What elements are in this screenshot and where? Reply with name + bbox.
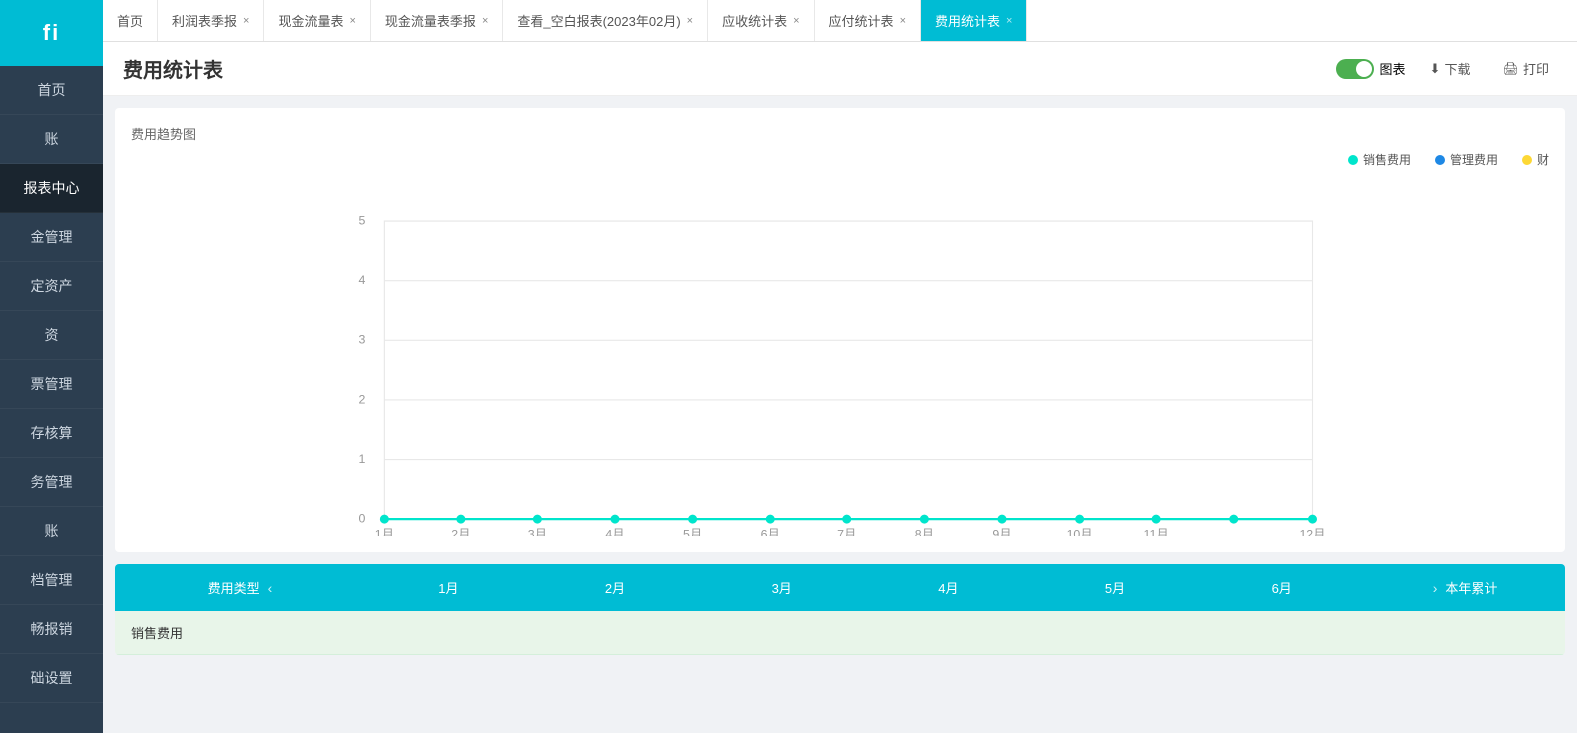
svg-text:7月: 7月 [837,527,856,536]
sidebar-item-settings[interactable]: 础设置 [0,654,103,703]
sidebar-item-service[interactable]: 务管理 [0,458,103,507]
tab-close-receivable[interactable]: × [793,15,799,27]
chart-toggle[interactable] [1336,59,1374,79]
tab-close-profit[interactable]: × [243,15,249,27]
tab-expense-stats[interactable]: 费用统计表 × [921,0,1027,41]
chart-container: 0 1 2 3 4 5 [131,176,1549,536]
legend-label-sales: 销售费用 [1363,151,1411,168]
table-cell-m3 [708,611,873,654]
sidebar-item-fixed-assets[interactable]: 定资产 [0,262,103,311]
sidebar-item-invoice[interactable]: 票管理 [0,360,103,409]
page-title: 费用统计表 [123,54,223,83]
tab-close-cashflow-quarterly[interactable]: × [482,15,488,27]
legend-finance: 财 [1522,151,1549,168]
svg-text:9月: 9月 [992,527,1011,536]
sidebar-item-expense[interactable]: 畅报销 [0,605,103,654]
table-header-month-1: 1月 [365,564,532,611]
legend-dot-sales [1348,155,1358,165]
sidebar-item-assets[interactable]: 资 [0,311,103,360]
prev-months-button[interactable]: ‹ [268,580,273,596]
legend-label-finance: 财 [1537,151,1549,168]
table-cell-total [1367,611,1565,654]
page-header: 费用统计表 图表 ⬇ 下载 🖨 打印 [103,42,1577,96]
table-cell-m4 [873,611,1038,654]
main-content: 首页 利润表季报 × 现金流量表 × 现金流量表季报 × 查看_空白报表(202… [103,0,1577,733]
svg-text:5月: 5月 [683,527,702,536]
table-header-month-4: 4月 [865,564,1032,611]
sidebar-item-home[interactable]: 首页 [0,66,103,115]
svg-text:11月: 11月 [1144,527,1169,536]
tab-close-blank-report[interactable]: × [687,15,693,27]
tab-blank-report[interactable]: 查看_空白报表(2023年02月) × [503,0,708,41]
table-header-month-3: 3月 [698,564,865,611]
tab-close-cashflow[interactable]: × [349,15,355,27]
tab-receivable[interactable]: 应收统计表 × [708,0,814,41]
sidebar-item-account[interactable]: 账 [0,115,103,164]
next-months-button[interactable]: › [1433,580,1438,596]
svg-text:2: 2 [359,392,366,406]
chart-title: 费用趋势图 [131,124,1549,143]
sidebar-logo: fi [0,0,103,66]
download-icon: ⬇ [1430,61,1441,77]
sidebar-item-inventory[interactable]: 存核算 [0,409,103,458]
header-actions: 图表 ⬇ 下载 🖨 打印 [1336,55,1557,82]
table-row: 销售费用 [115,611,1565,655]
sidebar-item-ledger[interactable]: 账 [0,507,103,556]
legend-dot-finance [1522,155,1532,165]
svg-text:2月: 2月 [451,527,470,536]
chart-svg: 0 1 2 3 4 5 [131,176,1549,536]
tab-cashflow[interactable]: 现金流量表 × [264,0,370,41]
svg-text:12月: 12月 [1299,527,1325,536]
print-icon: 🖨 [1502,61,1519,77]
table-cell-m5 [1038,611,1203,654]
svg-text:10月: 10月 [1067,527,1093,536]
table-header-type: 费用类型 ‹ [115,564,365,611]
legend-label-admin: 管理费用 [1450,151,1498,168]
sidebar-item-report[interactable]: 报表中心 [0,164,103,213]
sidebar-item-archive[interactable]: 档管理 [0,556,103,605]
sidebar-item-finance[interactable]: 金管理 [0,213,103,262]
svg-text:6月: 6月 [761,527,780,536]
legend-admin: 管理费用 [1435,151,1498,168]
chart-section: 费用趋势图 销售费用 管理费用 财 0 1 [115,108,1565,552]
table-cell-m6 [1202,611,1367,654]
tab-close-payable[interactable]: × [900,15,906,27]
table-cell-m1 [378,611,543,654]
svg-text:5: 5 [359,213,366,227]
legend-sales: 销售费用 [1348,151,1411,168]
legend-dot-admin [1435,155,1445,165]
print-button[interactable]: 🖨 打印 [1494,55,1557,82]
chart-toggle-label: 图表 [1380,59,1406,78]
table-header-month-6: 6月 [1198,564,1365,611]
table-header-month-5: 5月 [1032,564,1199,611]
svg-text:0: 0 [359,512,366,526]
svg-text:3: 3 [359,333,366,347]
tab-payable[interactable]: 应付统计表 × [815,0,921,41]
table-cell-m2 [543,611,708,654]
tab-bar: 首页 利润表季报 × 现金流量表 × 现金流量表季报 × 查看_空白报表(202… [103,0,1577,42]
table-header-total: › 本年累计 [1365,564,1565,611]
table-header: 费用类型 ‹ 1月 2月 3月 4月 5月 6月 › 本年累计 [115,564,1565,611]
download-button[interactable]: ⬇ 下载 [1422,55,1479,82]
svg-text:4: 4 [359,273,366,287]
tab-close-expense-stats[interactable]: × [1006,15,1012,27]
svg-text:1: 1 [359,452,366,466]
svg-text:3月: 3月 [528,527,547,536]
table-header-month-2: 2月 [532,564,699,611]
table-section: 费用类型 ‹ 1月 2月 3月 4月 5月 6月 › 本年累计 销售费用 [115,564,1565,655]
tab-cashflow-quarterly[interactable]: 现金流量表季报 × [371,0,503,41]
chart-toggle-wrap: 图表 [1336,59,1406,79]
svg-text:1月: 1月 [375,527,394,536]
table-cell-type: 销售费用 [115,611,378,654]
chart-legend: 销售费用 管理费用 财 [131,151,1549,168]
sidebar: fi 首页 账 报表中心 金管理 定资产 资 票管理 存核算 务管理 账 档管理… [0,0,103,733]
tab-home[interactable]: 首页 [103,0,158,41]
page-content: 费用统计表 图表 ⬇ 下载 🖨 打印 费用趋势图 [103,42,1577,733]
svg-text:8月: 8月 [915,527,934,536]
tab-profit[interactable]: 利润表季报 × [158,0,264,41]
svg-text:4月: 4月 [605,527,624,536]
